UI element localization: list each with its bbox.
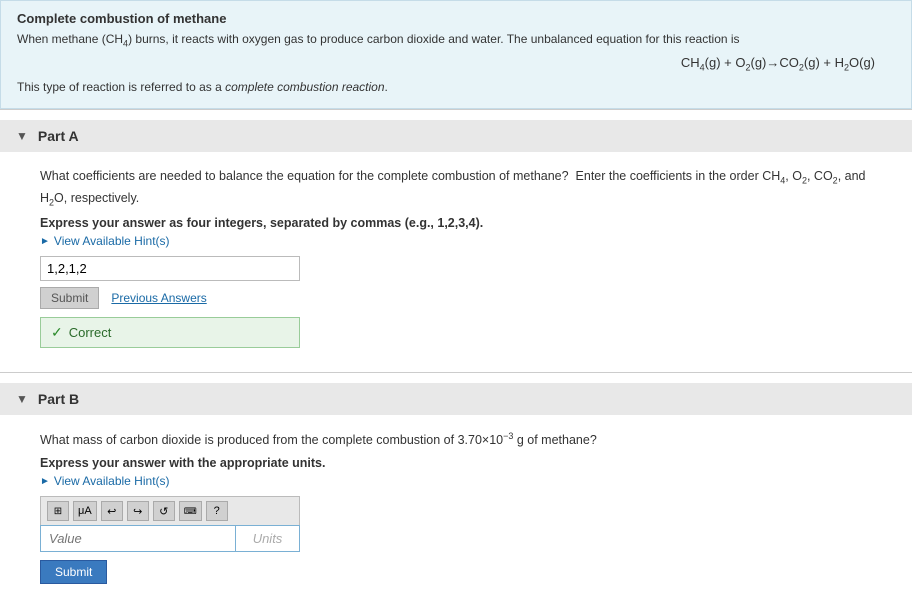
part-a-answer-input[interactable] <box>40 256 300 281</box>
grid-icon: ⊞ <box>54 506 62 517</box>
part-a-submit-button[interactable]: Submit <box>40 287 99 309</box>
checkmark-icon: ✓ <box>51 324 63 341</box>
part-b-hint-link[interactable]: ► View Available Hint(s) <box>40 474 882 488</box>
header-title: Complete combustion of methane <box>17 11 895 26</box>
reset-icon: ↺ <box>159 505 168 518</box>
value-units-row: Units <box>40 525 300 552</box>
part-b-question: What mass of carbon dioxide is produced … <box>40 429 882 450</box>
keyboard-icon: ⌨ <box>184 506 197 517</box>
part-b-instruction: Express your answer with the appropriate… <box>40 456 882 470</box>
keyboard-button[interactable]: ⌨ <box>179 501 202 521</box>
grid-icon-button[interactable]: ⊞ <box>47 501 69 521</box>
part-a-section: ▼ Part A What coefficients are needed to… <box>0 109 912 372</box>
part-b-section: ▼ Part B What mass of carbon dioxide is … <box>0 372 912 608</box>
help-icon: ? <box>214 505 220 517</box>
header-box: Complete combustion of methane When meth… <box>0 0 912 109</box>
part-b-submit-button[interactable]: Submit <box>40 560 107 584</box>
correct-label: Correct <box>69 325 112 340</box>
equation-display: CH4(g) + O2(g)→CO2(g) + H2O(g) <box>17 55 895 73</box>
part-a-content: What coefficients are needed to balance … <box>0 152 912 362</box>
part-a-instruction: Express your answer as four integers, se… <box>40 216 882 230</box>
redo-button[interactable]: ↪ <box>127 501 149 521</box>
value-units-toolbar: ⊞ μA ↩ ↪ ↺ ⌨ ? <box>40 496 300 525</box>
part-b-hint-arrow-icon: ► <box>40 476 50 487</box>
header-description: When methane (CH4) burns, it reacts with… <box>17 30 895 51</box>
part-b-arrow-icon: ▼ <box>16 392 28 406</box>
redo-icon: ↪ <box>133 505 142 518</box>
part-b-header[interactable]: ▼ Part B <box>0 383 912 415</box>
part-a-submit-row: Submit Previous Answers <box>40 287 882 309</box>
part-b-hint-label: View Available Hint(s) <box>54 474 170 488</box>
mu-icon: μA <box>78 505 92 517</box>
part-a-prev-answers-link[interactable]: Previous Answers <box>111 291 206 305</box>
value-input[interactable] <box>41 526 236 551</box>
part-a-question: What coefficients are needed to balance … <box>40 166 882 210</box>
reset-button[interactable]: ↺ <box>153 501 175 521</box>
part-a-hint-label: View Available Hint(s) <box>54 234 170 248</box>
part-a-hint-link[interactable]: ► View Available Hint(s) <box>40 234 882 248</box>
units-label: Units <box>253 531 283 546</box>
hint-arrow-icon: ► <box>40 236 50 247</box>
part-b-label: Part B <box>38 391 79 407</box>
mu-button[interactable]: μA <box>73 501 97 521</box>
help-button[interactable]: ? <box>206 501 228 521</box>
correct-box: ✓ Correct <box>40 317 300 348</box>
undo-icon: ↩ <box>107 505 116 518</box>
part-a-header[interactable]: ▼ Part A <box>0 120 912 152</box>
part-a-label: Part A <box>38 128 79 144</box>
reaction-type-text: This type of reaction is referred to as … <box>17 78 895 96</box>
part-a-arrow-icon: ▼ <box>16 129 28 143</box>
part-b-content: What mass of carbon dioxide is produced … <box>0 415 912 598</box>
undo-button[interactable]: ↩ <box>101 501 123 521</box>
units-cell: Units <box>236 526 299 551</box>
